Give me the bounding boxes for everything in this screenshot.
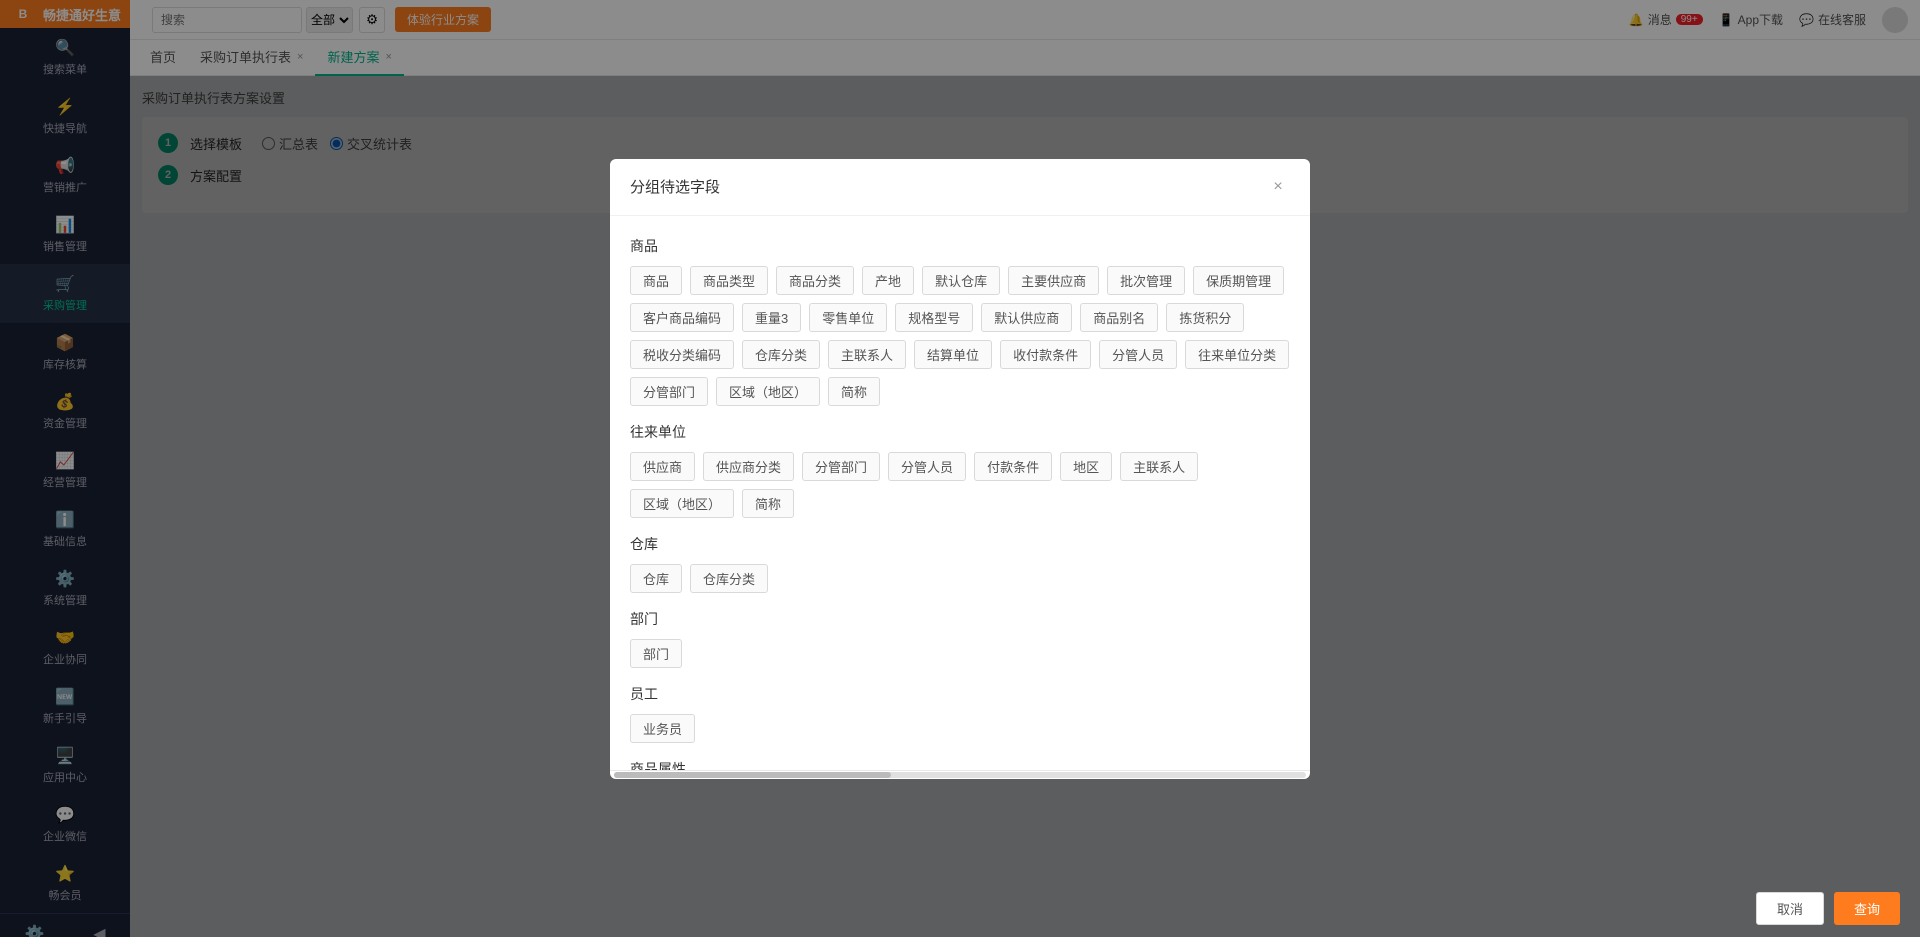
field-tag-客户商品编码[interactable]: 客户商品编码 [630, 303, 734, 332]
fields-grid-往来单位: 供应商供应商分类分管部门分管人员付款条件地区主联系人区域（地区） 简称 [630, 452, 1290, 518]
section-title-往来单位: 往来单位 [630, 422, 1290, 442]
horizontal-scrollbar[interactable] [610, 770, 1310, 779]
field-tag-主联系人[interactable]: 主联系人 [828, 340, 906, 369]
field-tag-简称[interactable]: 简称 [828, 377, 880, 406]
field-tag-简称[interactable]: 简称 [742, 489, 794, 518]
field-tag-税收分类编码[interactable]: 税收分类编码 [630, 340, 734, 369]
field-tag-批次管理[interactable]: 批次管理 [1107, 266, 1185, 295]
field-tag-商品类型[interactable]: 商品类型 [690, 266, 768, 295]
field-tag-结算单位[interactable]: 结算单位 [914, 340, 992, 369]
modal-header: 分组待选字段 × [610, 159, 1310, 216]
field-tag-主联系人[interactable]: 主联系人 [1120, 452, 1198, 481]
field-tag-往来单位分类[interactable]: 往来单位分类 [1185, 340, 1289, 369]
field-tag-地区[interactable]: 地区 [1060, 452, 1112, 481]
field-tag-商品分类[interactable]: 商品分类 [776, 266, 854, 295]
field-tag-业务员[interactable]: 业务员 [630, 714, 695, 743]
field-tag-供应商[interactable]: 供应商 [630, 452, 695, 481]
field-tag-零售单位[interactable]: 零售单位 [809, 303, 887, 332]
modal-title: 分组待选字段 [630, 176, 720, 197]
field-tag-主要供应商[interactable]: 主要供应商 [1008, 266, 1099, 295]
field-tag-供应商分类[interactable]: 供应商分类 [703, 452, 794, 481]
section-title-员工: 员工 [630, 684, 1290, 704]
field-tag-商品[interactable]: 商品 [630, 266, 682, 295]
field-tag-区域（地区）[interactable]: 区域（地区） [716, 377, 820, 406]
field-tag-商品别名[interactable]: 商品别名 [1080, 303, 1158, 332]
modal-footer: 取消 查询 [1736, 880, 1920, 937]
field-tag-重量3[interactable]: 重量3 [742, 303, 801, 332]
section-title-部门: 部门 [630, 609, 1290, 629]
cancel-button[interactable]: 取消 [1756, 892, 1824, 925]
modal-dialog: 分组待选字段 × 商品商品商品类型商品分类产地默认仓库主要供应商批次管理保质期管… [610, 159, 1310, 779]
field-tag-规格型号[interactable]: 规格型号 [895, 303, 973, 332]
field-tag-分管人员[interactable]: 分管人员 [888, 452, 966, 481]
field-tag-拣货积分[interactable]: 拣货积分 [1166, 303, 1244, 332]
field-tag-默认供应商[interactable]: 默认供应商 [981, 303, 1072, 332]
fields-grid-员工: 业务员 [630, 714, 1290, 743]
field-tag-分管部门[interactable]: 分管部门 [802, 452, 880, 481]
modal-overlay: 分组待选字段 × 商品商品商品类型商品分类产地默认仓库主要供应商批次管理保质期管… [0, 0, 1920, 937]
confirm-button[interactable]: 查询 [1834, 892, 1900, 925]
fields-grid-仓库: 仓库仓库分类 [630, 564, 1290, 593]
field-tag-分管人员[interactable]: 分管人员 [1099, 340, 1177, 369]
field-tag-区域（地区）[interactable]: 区域（地区） [630, 489, 734, 518]
field-tag-仓库分类[interactable]: 仓库分类 [690, 564, 768, 593]
field-tag-仓库[interactable]: 仓库 [630, 564, 682, 593]
field-tag-产地[interactable]: 产地 [862, 266, 914, 295]
field-tag-付款条件[interactable]: 付款条件 [974, 452, 1052, 481]
field-tag-仓库分类[interactable]: 仓库分类 [742, 340, 820, 369]
field-tag-默认仓库[interactable]: 默认仓库 [922, 266, 1000, 295]
section-title-商品属性: 商品属性 [630, 759, 1290, 770]
field-tag-收付款条件[interactable]: 收付款条件 [1000, 340, 1091, 369]
fields-grid-部门: 部门 [630, 639, 1290, 668]
section-title-仓库: 仓库 [630, 534, 1290, 554]
modal-close-button[interactable]: × [1266, 175, 1290, 199]
section-title-商品: 商品 [630, 236, 1290, 256]
field-tag-保质期管理[interactable]: 保质期管理 [1193, 266, 1284, 295]
modal-body: 商品商品商品类型商品分类产地默认仓库主要供应商批次管理保质期管理客户商品编码重量… [610, 216, 1310, 770]
fields-grid-商品: 商品商品类型商品分类产地默认仓库主要供应商批次管理保质期管理客户商品编码重量3 零… [630, 266, 1290, 406]
field-tag-分管部门[interactable]: 分管部门 [630, 377, 708, 406]
field-tag-部门[interactable]: 部门 [630, 639, 682, 668]
